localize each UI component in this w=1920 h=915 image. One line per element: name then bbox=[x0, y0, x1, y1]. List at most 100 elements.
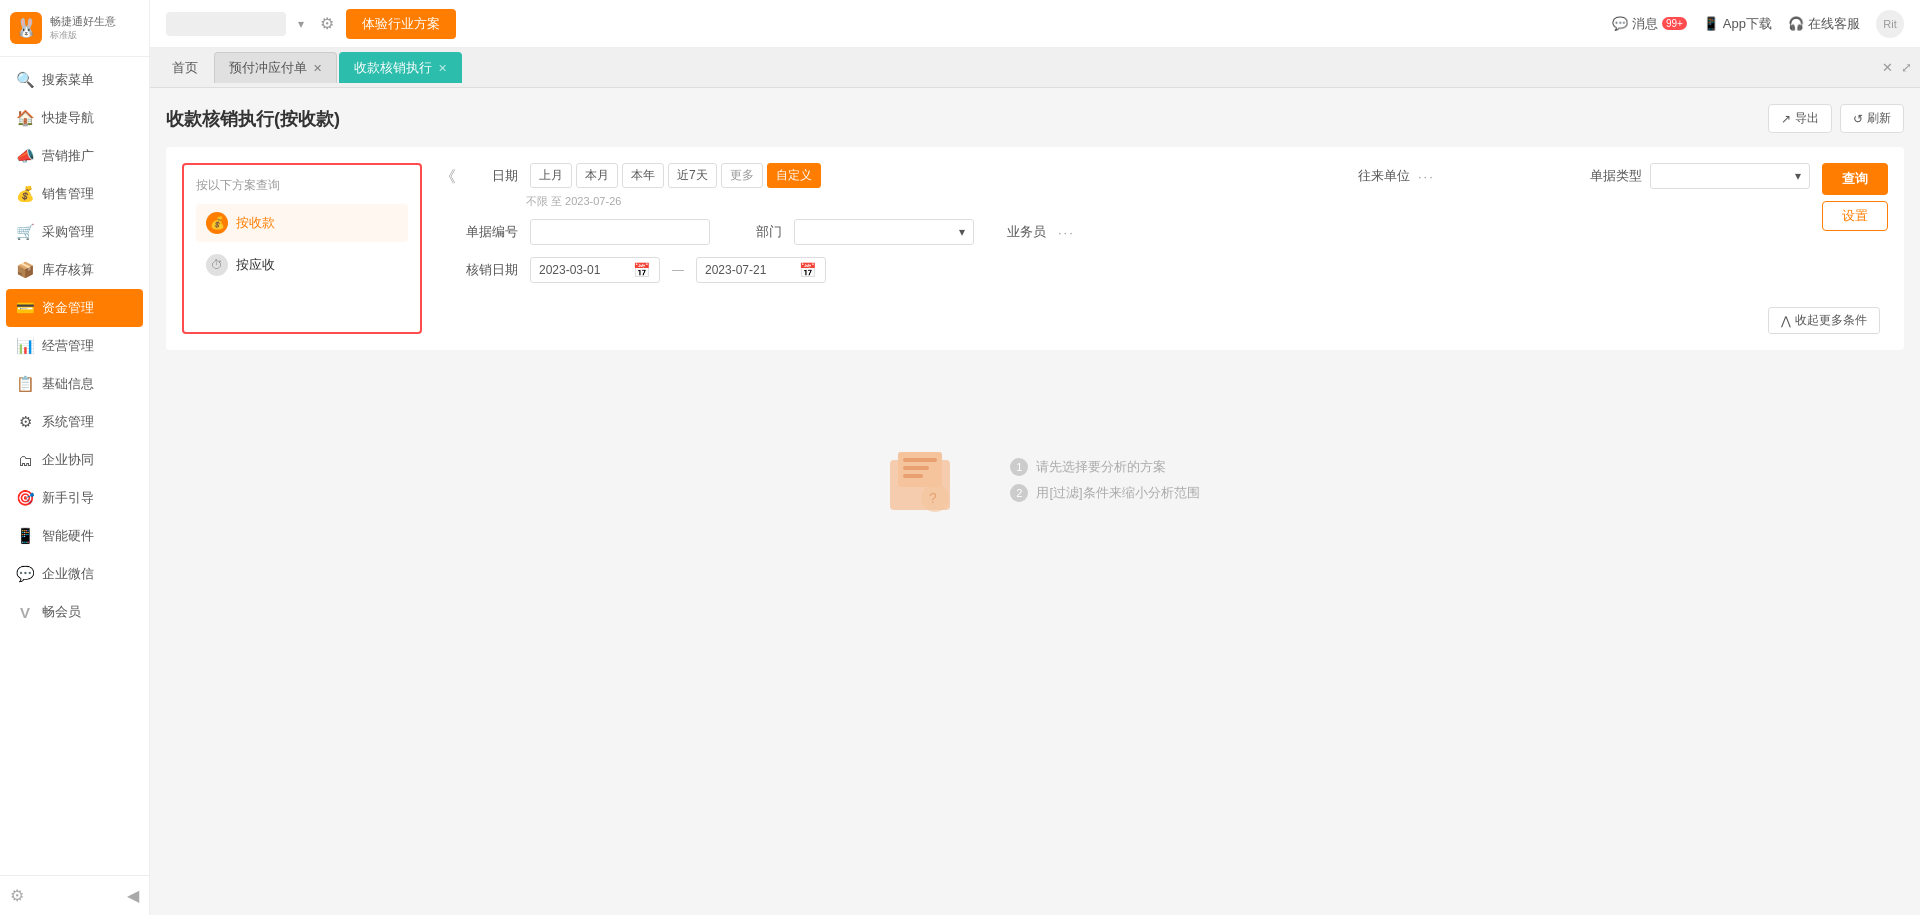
operation-icon: 📊 bbox=[16, 337, 34, 355]
filter-option-by-receipt[interactable]: 💰 按收款 bbox=[196, 204, 408, 242]
sidebar-item-finance[interactable]: 💳 资金管理 bbox=[6, 289, 143, 327]
topbar-right: 💬 消息 99+ 📱 App下载 🎧 在线客服 Rit bbox=[1612, 10, 1904, 38]
calendar-end-icon[interactable]: 📅 bbox=[799, 262, 816, 278]
logo-text-group: 畅捷通好生意 标准版 bbox=[50, 14, 116, 41]
sidebar-item-label: 新手引导 bbox=[42, 489, 94, 507]
sales-dots-btn[interactable]: ··· bbox=[1058, 225, 1075, 240]
topbar-brand bbox=[166, 12, 286, 36]
sidebar-item-label: 采购管理 bbox=[42, 223, 94, 241]
filter-panel: 按以下方案查询 💰 按收款 ⏱ 按应收 《 日期 bbox=[166, 147, 1904, 350]
verify-date-start-wrapper[interactable]: 📅 bbox=[530, 257, 660, 283]
sidebar-item-inventory[interactable]: 📦 库存核算 bbox=[0, 251, 149, 289]
verify-date-start-input[interactable] bbox=[539, 263, 629, 277]
sidebar-item-hardware[interactable]: 📱 智能硬件 bbox=[0, 517, 149, 555]
settings-button[interactable]: 设置 bbox=[1822, 201, 1888, 231]
tab-home[interactable]: 首页 bbox=[158, 53, 212, 83]
doc-no-input[interactable] bbox=[530, 219, 710, 245]
7days-btn[interactable]: 近7天 bbox=[668, 163, 717, 188]
sidebar-item-label: 快捷导航 bbox=[42, 109, 94, 127]
tab-receipt[interactable]: 收款核销执行 ✕ bbox=[339, 52, 462, 83]
query-button[interactable]: 查询 bbox=[1822, 163, 1888, 195]
receipt-tab-close-icon[interactable]: ✕ bbox=[438, 62, 447, 75]
refresh-button[interactable]: ↺ 刷新 bbox=[1840, 104, 1904, 133]
app-download-button[interactable]: 📱 App下载 bbox=[1703, 15, 1772, 33]
svg-text:?: ? bbox=[929, 490, 937, 506]
sidebar-item-search[interactable]: 🔍 搜索菜单 bbox=[0, 61, 149, 99]
filter-options-panel: 按以下方案查询 💰 按收款 ⏱ 按应收 bbox=[182, 163, 422, 334]
tabbar: 首页 预付冲应付单 ✕ 收款核销执行 ✕ ✕ ⤢ bbox=[150, 48, 1920, 88]
empty-tips: 1 请先选择要分析的方案 2 用[过滤]条件来缩小分析范围 bbox=[1010, 458, 1199, 502]
date-label: 日期 bbox=[458, 167, 518, 185]
settings-bottom-icon[interactable]: ⚙ bbox=[10, 886, 24, 905]
industry-solution-button[interactable]: 体验行业方案 bbox=[346, 9, 456, 39]
sidebar-item-quick-nav[interactable]: 🏠 快捷导航 bbox=[0, 99, 149, 137]
main-content: ▾ ⚙ 体验行业方案 💬 消息 99+ 📱 App下载 🎧 在线客服 Rit bbox=[150, 0, 1920, 915]
sidebar-item-purchase[interactable]: 🛒 采购管理 bbox=[0, 213, 149, 251]
tab-close-all-icon[interactable]: ✕ bbox=[1882, 60, 1893, 75]
filter-section-title: 按以下方案查询 bbox=[196, 177, 408, 194]
collapse-more-button[interactable]: ⋀ 收起更多条件 bbox=[1768, 307, 1880, 334]
filter-option-by-receivable[interactable]: ⏱ 按应收 bbox=[196, 246, 408, 284]
doc-no-label: 单据编号 bbox=[458, 223, 518, 241]
app-icon: 📱 bbox=[1703, 16, 1719, 31]
verify-date-end-input[interactable] bbox=[705, 263, 795, 277]
sidebar-item-marketing[interactable]: 📣 营销推广 bbox=[0, 137, 149, 175]
doc-type-select[interactable]: ▾ bbox=[1650, 163, 1810, 189]
tab-prepay[interactable]: 预付冲应付单 ✕ bbox=[214, 52, 337, 83]
topbar-chevron-icon[interactable]: ▾ bbox=[298, 17, 304, 31]
message-icon: 💬 bbox=[1612, 16, 1628, 31]
export-button[interactable]: ↗ 导出 bbox=[1768, 104, 1832, 133]
empty-tip-1: 1 请先选择要分析的方案 bbox=[1010, 458, 1199, 476]
calendar-start-icon[interactable]: 📅 bbox=[633, 262, 650, 278]
topbar-gear-icon[interactable]: ⚙ bbox=[320, 14, 334, 33]
sidebar-menu: 🔍 搜索菜单 🏠 快捷导航 📣 营销推广 💰 销售管理 🛒 采购管理 📦 库存核… bbox=[0, 57, 149, 875]
marketing-icon: 📣 bbox=[16, 147, 34, 165]
prepay-tab-close-icon[interactable]: ✕ bbox=[313, 62, 322, 75]
collapse-chevron-icon: ⋀ bbox=[1781, 314, 1791, 328]
dept-select[interactable]: ▾ bbox=[794, 219, 974, 245]
date-unlimited-text: 不限 至 2023-07-26 bbox=[526, 194, 1338, 209]
sidebar-item-system[interactable]: ⚙ 系统管理 bbox=[0, 403, 149, 441]
messages-button[interactable]: 💬 消息 99+ bbox=[1612, 15, 1687, 33]
verify-date-end-wrapper[interactable]: 📅 bbox=[696, 257, 826, 283]
user-avatar[interactable]: Rit bbox=[1876, 10, 1904, 38]
page-title: 收款核销执行(按收款) bbox=[166, 107, 340, 131]
sidebar-item-label: 企业微信 bbox=[42, 565, 94, 583]
sidebar-item-basic-info[interactable]: 📋 基础信息 bbox=[0, 365, 149, 403]
empty-state: ? 1 请先选择要分析的方案 2 用[过滤]条件来缩小分析范围 bbox=[166, 350, 1904, 610]
last-month-btn[interactable]: 上月 bbox=[530, 163, 572, 188]
vip-icon: V bbox=[16, 603, 34, 621]
hardware-icon: 📱 bbox=[16, 527, 34, 545]
sidebar-item-operation[interactable]: 📊 经营管理 bbox=[0, 327, 149, 365]
sidebar-item-vip[interactable]: V 畅会员 bbox=[0, 593, 149, 631]
partner-dots-btn[interactable]: ··· bbox=[1418, 169, 1435, 184]
sidebar-item-enterprise[interactable]: 🗂 企业协同 bbox=[0, 441, 149, 479]
tabbar-actions: ✕ ⤢ bbox=[1882, 60, 1912, 75]
this-month-btn[interactable]: 本月 bbox=[576, 163, 618, 188]
empty-illustration: ? bbox=[870, 430, 970, 530]
this-year-btn[interactable]: 本年 bbox=[622, 163, 664, 188]
finance-icon: 💳 bbox=[16, 299, 34, 317]
online-service-label: 在线客服 bbox=[1808, 15, 1860, 33]
more-date-btn[interactable]: 更多 bbox=[721, 163, 763, 188]
sidebar-item-wechat[interactable]: 💬 企业微信 bbox=[0, 555, 149, 593]
collapse-sidebar-icon[interactable]: ◀ bbox=[127, 886, 139, 905]
tab-fullscreen-icon[interactable]: ⤢ bbox=[1901, 60, 1912, 75]
sidebar-item-guide[interactable]: 🎯 新手引导 bbox=[0, 479, 149, 517]
custom-date-btn[interactable]: 自定义 bbox=[767, 163, 821, 188]
refresh-label: 刷新 bbox=[1867, 110, 1891, 127]
search-icon: 🔍 bbox=[16, 71, 34, 89]
export-icon: ↗ bbox=[1781, 112, 1791, 126]
messages-label: 消息 bbox=[1632, 15, 1658, 33]
filter-collapse-icon[interactable]: 《 bbox=[438, 163, 458, 188]
system-icon: ⚙ bbox=[16, 413, 34, 431]
sidebar-item-sales[interactable]: 💰 销售管理 bbox=[0, 175, 149, 213]
sidebar-item-label: 库存核算 bbox=[42, 261, 94, 279]
tip-1-text: 请先选择要分析的方案 bbox=[1036, 458, 1166, 476]
receipt-option-icon: 💰 bbox=[206, 212, 228, 234]
sidebar-bottom: ⚙ ◀ bbox=[0, 875, 149, 915]
logo-icon: 🐰 bbox=[10, 12, 42, 44]
export-label: 导出 bbox=[1795, 110, 1819, 127]
online-service-button[interactable]: 🎧 在线客服 bbox=[1788, 15, 1860, 33]
verify-date-label: 核销日期 bbox=[458, 261, 518, 279]
